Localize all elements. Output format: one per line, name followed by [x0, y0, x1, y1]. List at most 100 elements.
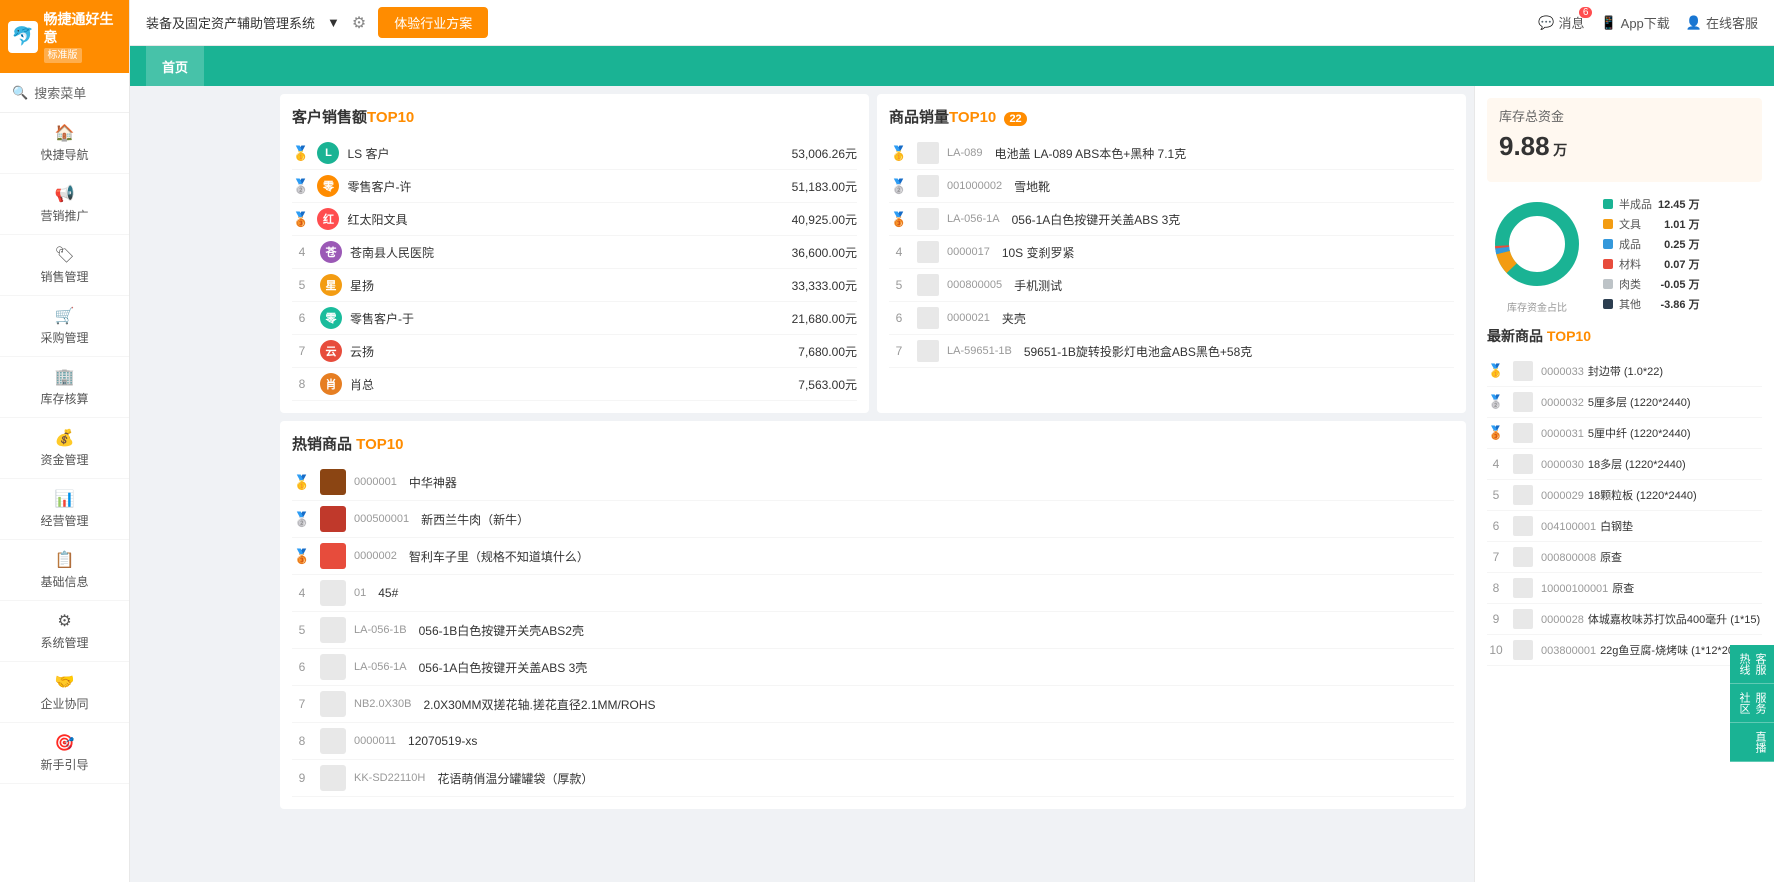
app-name: 畅捷通好生意 [44, 10, 121, 46]
new-product-info: 0000033封边带 (1.0*22) [1541, 363, 1762, 379]
new-product-row[interactable]: 6 004100001白钢垫 [1487, 511, 1762, 542]
app-download-btn[interactable]: 📱 App下载 [1600, 13, 1669, 32]
hot-product-row[interactable]: 7 NB2.0X30B 2.0X30MM双搓花轴.搓花直径2.1MM/ROHS [292, 686, 1454, 723]
new-product-code: 10000100001 [1541, 583, 1608, 595]
new-product-row[interactable]: 4 000003018多层 (1220*2440) [1487, 449, 1762, 480]
product-name: 中华神器 [409, 474, 1454, 491]
product-name: 45# [378, 586, 1454, 600]
new-product-row[interactable]: 🥈 00000325厘多层 (1220*2440) [1487, 387, 1762, 418]
float-btn-community[interactable]: 服务社区 [1730, 684, 1774, 723]
rank-number: 6 [1487, 519, 1505, 533]
new-product-row[interactable]: 🥇 0000033封边带 (1.0*22) [1487, 356, 1762, 387]
customer-list: 🥇 L LS 客户 53,006.26元 🥈 零 零售客户-许 51,183.0… [292, 137, 857, 401]
sidebar-item-inventory[interactable]: 🏢 库存核算 [0, 357, 129, 418]
hot-product-row[interactable]: 8 0000011 12070519-xs [292, 723, 1454, 760]
tab-home[interactable]: 首页 [146, 46, 204, 86]
hot-product-row[interactable]: 9 KK-SD22110H 花语萌俏温分罐罐袋（厚款） [292, 760, 1454, 797]
new-products-title: 最新商品 TOP10 [1487, 326, 1762, 346]
sidebar-item-finance[interactable]: 💰 资金管理 [0, 418, 129, 479]
home-icon: 🏠 [55, 123, 75, 143]
customer-row[interactable]: 6 零 零售客户-于 21,680.00元 [292, 302, 857, 335]
product-sales-row[interactable]: 6 0000021 夹壳 [889, 302, 1454, 335]
product-thumbnail [320, 469, 346, 495]
donut-svg [1487, 194, 1587, 294]
legend-value: -0.05 万 [1660, 276, 1699, 292]
new-product-code: 0000031 [1541, 428, 1584, 440]
sidebar-item-system[interactable]: ⚙ 系统管理 [0, 601, 129, 662]
new-product-code: 000800008 [1541, 552, 1596, 564]
sidebar-item-operations-label: 经营管理 [40, 512, 88, 529]
customer-row[interactable]: 8 肖 肖总 7,563.00元 [292, 368, 857, 401]
medal-icon: 🥇 [1487, 363, 1505, 379]
new-product-code: 003800001 [1541, 645, 1596, 657]
sidebar-item-quicknav-label: 快捷导航 [40, 146, 88, 163]
product-sales-panel: 商品销量TOP10 22 🥇 LA-089 电池盖 LA-089 ABS本色+黑… [877, 94, 1466, 413]
sidebar-item-system-label: 系统管理 [40, 634, 88, 651]
hot-product-row[interactable]: 🥉 0000002 智利车子里（规格不知道填什么） [292, 538, 1454, 575]
sidebar-item-marketing[interactable]: 📢 营销推广 [0, 174, 129, 235]
new-product-row[interactable]: 7 000800008原查 [1487, 542, 1762, 573]
legend-name: 其他 [1619, 296, 1654, 312]
customer-row[interactable]: 🥉 红 红太阳文具 40,925.00元 [292, 203, 857, 236]
settings-icon[interactable]: ⚙ [352, 13, 366, 33]
product-sales-row[interactable]: 🥇 LA-089 电池盖 LA-089 ABS本色+黑种 7.1克 [889, 137, 1454, 170]
app-logo[interactable]: 🐬 畅捷通好生意 标准版 [0, 0, 129, 73]
legend-item: 材料 0.07 万 [1603, 256, 1700, 272]
rank-number: 9 [292, 771, 312, 785]
hot-product-row[interactable]: 🥇 0000001 中华神器 [292, 464, 1454, 501]
new-product-row[interactable]: 5 000002918颗粒板 (1220*2440) [1487, 480, 1762, 511]
new-product-code: 0000028 [1541, 614, 1584, 626]
hot-product-row[interactable]: 6 LA-056-1A 056-1A白色按键开关盖ABS 3壳 [292, 649, 1454, 686]
new-product-row[interactable]: 10 00380000122g鱼豆腐-烧烤味 (1*12*20) [1487, 635, 1762, 666]
sidebar-item-cooperation[interactable]: 🤝 企业协同 [0, 662, 129, 723]
customer-row[interactable]: 4 苍 苍南县人民医院 36,600.00元 [292, 236, 857, 269]
product-code: 0000017 [947, 246, 990, 258]
product-sales-row[interactable]: 5 000800005 手机测试 [889, 269, 1454, 302]
product-name: 夹壳 [1002, 310, 1454, 327]
product-sales-row[interactable]: 4 0000017 10S 变刹罗紧 [889, 236, 1454, 269]
medal-icon: 🥉 [292, 548, 312, 565]
product-code: 001000002 [947, 180, 1002, 192]
trial-btn[interactable]: 体验行业方案 [378, 7, 488, 38]
rank-number: 6 [889, 311, 909, 325]
product-name: 056-1B白色按键开关壳ABS2壳 [419, 622, 1454, 639]
sidebar-item-sales[interactable]: 🏷 销售管理 [0, 235, 129, 296]
customer-row[interactable]: 🥈 零 零售客户-许 51,183.00元 [292, 170, 857, 203]
hot-product-row[interactable]: 4 01 45# [292, 575, 1454, 612]
basic-info-icon: 📋 [55, 550, 75, 570]
legend-item: 半成品 12.45 万 [1603, 196, 1700, 212]
customer-row[interactable]: 🥇 L LS 客户 53,006.26元 [292, 137, 857, 170]
float-btn-live[interactable]: 直播 [1730, 723, 1774, 762]
customer-name: LS 客户 [347, 145, 783, 162]
hot-products-panel: 热销商品 TOP10 🥇 0000001 中华神器 🥈 000500001 新西… [280, 421, 1466, 809]
float-btn-service[interactable]: 客服热线 [1730, 645, 1774, 684]
sidebar-item-quicknav[interactable]: 🏠 快捷导航 [0, 113, 129, 174]
customer-row[interactable]: 7 云 云扬 7,680.00元 [292, 335, 857, 368]
system-dropdown-btn[interactable]: ▼ [327, 15, 340, 30]
new-product-row[interactable]: 8 10000100001原查 [1487, 573, 1762, 604]
sidebar-item-basic-info[interactable]: 📋 基础信息 [0, 540, 129, 601]
product-sales-row[interactable]: 🥉 LA-056-1A 056-1A白色按键开关盖ABS 3克 [889, 203, 1454, 236]
search-menu[interactable]: 🔍 搜索菜单 [0, 73, 129, 113]
sidebar-item-operations[interactable]: 📊 经营管理 [0, 479, 129, 540]
product-sales-row[interactable]: 7 LA-59651-1B 59651-1B旋转投影灯电池盒ABS黑色+58克 [889, 335, 1454, 368]
customer-amount: 33,333.00元 [792, 277, 857, 294]
new-product-info: 0000028体城嘉枚味苏打饮品400毫升 (1*15) [1541, 611, 1762, 627]
product-code: 01 [354, 587, 366, 599]
new-product-row[interactable]: 9 0000028体城嘉枚味苏打饮品400毫升 (1*15) [1487, 604, 1762, 635]
rank-number: 8 [1487, 581, 1505, 595]
medal-icon: 🥇 [292, 474, 312, 491]
new-product-row[interactable]: 🥉 00000315厘中纤 (1220*2440) [1487, 418, 1762, 449]
hot-product-row[interactable]: 5 LA-056-1B 056-1B白色按键开关壳ABS2壳 [292, 612, 1454, 649]
online-service-btn[interactable]: 👤 在线客服 [1686, 13, 1758, 32]
purchase-icon: 🛒 [55, 306, 75, 326]
product-name: 10S 变刹罗紧 [1002, 244, 1454, 261]
product-sales-row[interactable]: 🥈 001000002 雪地靴 [889, 170, 1454, 203]
messages-btn[interactable]: 💬 消息 6 [1538, 13, 1584, 32]
sidebar-item-purchase[interactable]: 🛒 采购管理 [0, 296, 129, 357]
rank-number: 6 [292, 311, 312, 325]
hot-product-row[interactable]: 🥈 000500001 新西兰牛肉（新牛） [292, 501, 1454, 538]
sidebar-item-guide[interactable]: 🎯 新手引导 [0, 723, 129, 784]
customer-row[interactable]: 5 星 星扬 33,333.00元 [292, 269, 857, 302]
new-product-img [1513, 516, 1533, 536]
